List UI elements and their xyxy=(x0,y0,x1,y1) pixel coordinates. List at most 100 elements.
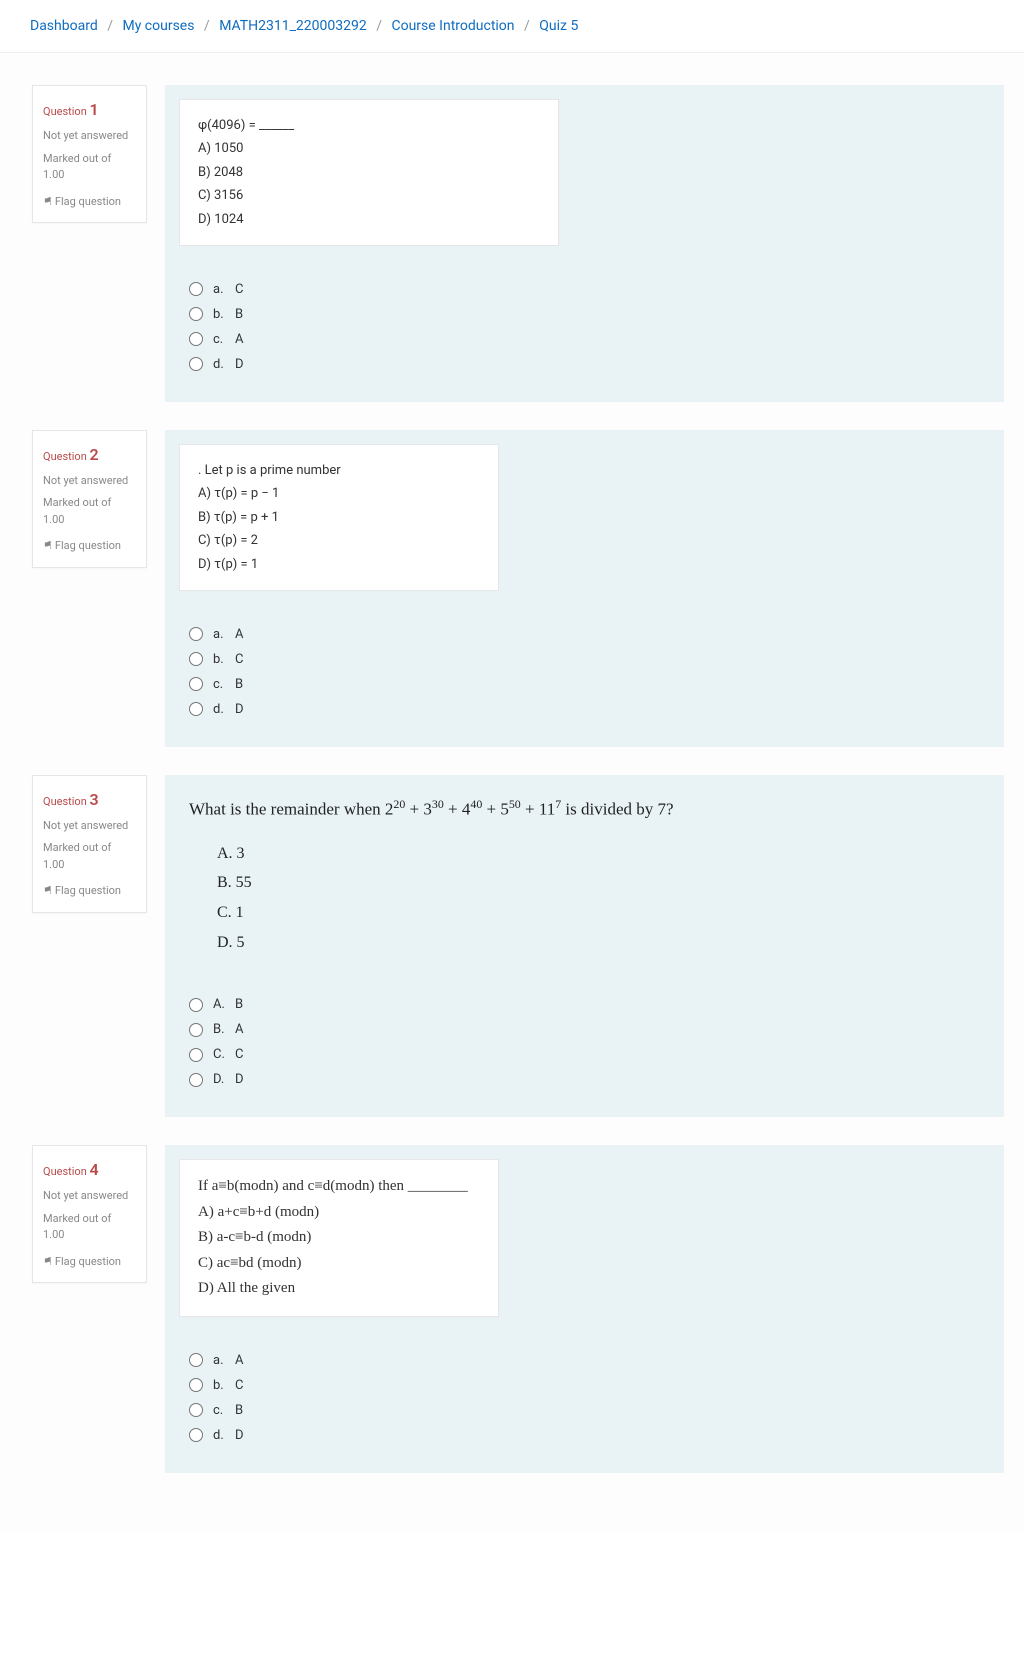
radio-input[interactable] xyxy=(189,1403,203,1417)
answer-options: a.A b.C c.B d.D xyxy=(165,1331,1004,1473)
radio-input[interactable] xyxy=(189,1353,203,1367)
answer-value: A xyxy=(235,627,243,642)
answer-letter: d. xyxy=(213,702,235,717)
answer-option-a[interactable]: A.B xyxy=(189,997,980,1012)
stem-line: If a≡b(modn) and c≡d(modn) then ________ xyxy=(198,1174,480,1200)
answer-option-d[interactable]: d.D xyxy=(189,702,980,717)
marked-label: Marked out of xyxy=(43,496,111,509)
question-label: Question xyxy=(43,1165,87,1178)
answer-option-d[interactable]: d.D xyxy=(189,357,980,372)
flag-label: Flag question xyxy=(55,1255,121,1268)
answer-option-b[interactable]: B.A xyxy=(189,1022,980,1037)
radio-input[interactable] xyxy=(189,1428,203,1442)
flag-question-link[interactable]: ⚑Flag question xyxy=(43,194,136,211)
marked-value: 1.00 xyxy=(43,168,64,181)
answer-option-d[interactable]: D.D xyxy=(189,1072,980,1087)
radio-input[interactable] xyxy=(189,702,203,716)
answer-option-d[interactable]: d.D xyxy=(189,1428,980,1443)
question-3: Question 3 Not yet answered Marked out o… xyxy=(10,775,1014,1117)
radio-input[interactable] xyxy=(189,652,203,666)
answer-option-a[interactable]: a.A xyxy=(189,627,980,642)
answer-options: a.C b.B c.A d.D xyxy=(165,260,1004,402)
radio-input[interactable] xyxy=(189,332,203,346)
stem-option-c: C. 1 xyxy=(217,900,980,926)
radio-input[interactable] xyxy=(189,1378,203,1392)
stem-option-b: B) 2048 xyxy=(198,161,540,184)
marked-label: Marked out of xyxy=(43,1212,111,1225)
answer-value: D xyxy=(235,357,244,372)
flag-question-link[interactable]: ⚑Flag question xyxy=(43,883,136,900)
radio-input[interactable] xyxy=(189,1073,203,1087)
answer-letter: c. xyxy=(213,1403,235,1418)
answer-letter: C. xyxy=(213,1047,235,1062)
radio-input[interactable] xyxy=(189,627,203,641)
answer-value: A xyxy=(235,332,243,347)
answer-letter: c. xyxy=(213,677,235,692)
flag-question-link[interactable]: ⚑Flag question xyxy=(43,1254,136,1271)
marked-value: 1.00 xyxy=(43,513,64,526)
radio-input[interactable] xyxy=(189,677,203,691)
radio-input[interactable] xyxy=(189,357,203,371)
radio-input[interactable] xyxy=(189,1023,203,1037)
answer-option-b[interactable]: b.B xyxy=(189,307,980,322)
question-info-card: Question 4 Not yet answered Marked out o… xyxy=(32,1145,147,1283)
flag-question-link[interactable]: ⚑Flag question xyxy=(43,538,136,555)
crumb-sep: / xyxy=(107,18,113,34)
stem-option-a: A) τ(p) = p − 1 xyxy=(198,482,480,505)
question-number: 1 xyxy=(90,100,99,119)
answer-letter: d. xyxy=(213,1428,235,1443)
crumb-dashboard[interactable]: Dashboard xyxy=(30,18,98,34)
answer-letter: b. xyxy=(213,1378,235,1393)
question-stem: What is the remainder when 220 + 330 + 4… xyxy=(165,775,1004,975)
stem-option-c: C) ac≡bd (modn) xyxy=(198,1251,480,1277)
question-info-card: Question 1 Not yet answered Marked out o… xyxy=(32,85,147,223)
question-label: Question xyxy=(43,450,87,463)
question-status: Not yet answered xyxy=(43,818,136,835)
crumb-section[interactable]: Course Introduction xyxy=(391,18,514,34)
stem-option-a: A) a+c≡b+d (modn) xyxy=(198,1200,480,1226)
question-4: Question 4 Not yet answered Marked out o… xyxy=(10,1145,1014,1473)
answer-option-c[interactable]: C.C xyxy=(189,1047,980,1062)
answer-letter: a. xyxy=(213,282,235,297)
question-body: φ(4096) = ______ A) 1050 B) 2048 C) 3156… xyxy=(165,85,1004,402)
stem-option-d: D) τ(p) = 1 xyxy=(198,553,480,576)
answer-option-a[interactable]: a.A xyxy=(189,1353,980,1368)
question-body: . Let p is a prime number A) τ(p) = p − … xyxy=(165,430,1004,747)
question-2: Question 2 Not yet answered Marked out o… xyxy=(10,430,1014,747)
answer-value: C xyxy=(235,1047,243,1062)
answer-value: C xyxy=(235,282,243,297)
answer-option-c[interactable]: c.B xyxy=(189,677,980,692)
flag-icon: ⚑ xyxy=(43,538,53,555)
crumb-quiz[interactable]: Quiz 5 xyxy=(539,18,578,34)
flag-label: Flag question xyxy=(55,884,121,897)
stem-option-b: B) a-c≡b-d (modn) xyxy=(198,1225,480,1251)
answer-option-c[interactable]: c.B xyxy=(189,1403,980,1418)
question-status: Not yet answered xyxy=(43,473,136,490)
crumb-mycourses[interactable]: My courses xyxy=(122,18,194,34)
stem-option-d: D. 5 xyxy=(217,930,980,956)
answer-value: B xyxy=(235,307,243,322)
answer-option-c[interactable]: c.A xyxy=(189,332,980,347)
crumb-course[interactable]: MATH2311_220003292 xyxy=(219,18,367,34)
question-body: What is the remainder when 220 + 330 + 4… xyxy=(165,775,1004,1117)
question-status: Not yet answered xyxy=(43,128,136,145)
flag-icon: ⚑ xyxy=(43,1254,53,1271)
marked-label: Marked out of xyxy=(43,152,111,165)
radio-input[interactable] xyxy=(189,282,203,296)
answer-letter: d. xyxy=(213,357,235,372)
answer-option-b[interactable]: b.C xyxy=(189,652,980,667)
radio-input[interactable] xyxy=(189,998,203,1012)
answer-value: C xyxy=(235,652,243,667)
flag-icon: ⚑ xyxy=(43,883,53,900)
answer-option-a[interactable]: a.C xyxy=(189,282,980,297)
answer-option-b[interactable]: b.C xyxy=(189,1378,980,1393)
marked-label: Marked out of xyxy=(43,841,111,854)
radio-input[interactable] xyxy=(189,307,203,321)
answer-value: C xyxy=(235,1378,243,1393)
question-info-card: Question 3 Not yet answered Marked out o… xyxy=(32,775,147,913)
answer-letter: b. xyxy=(213,307,235,322)
answer-letter: A. xyxy=(213,997,235,1012)
question-number: 4 xyxy=(90,1160,99,1179)
radio-input[interactable] xyxy=(189,1048,203,1062)
answer-letter: a. xyxy=(213,1353,235,1368)
